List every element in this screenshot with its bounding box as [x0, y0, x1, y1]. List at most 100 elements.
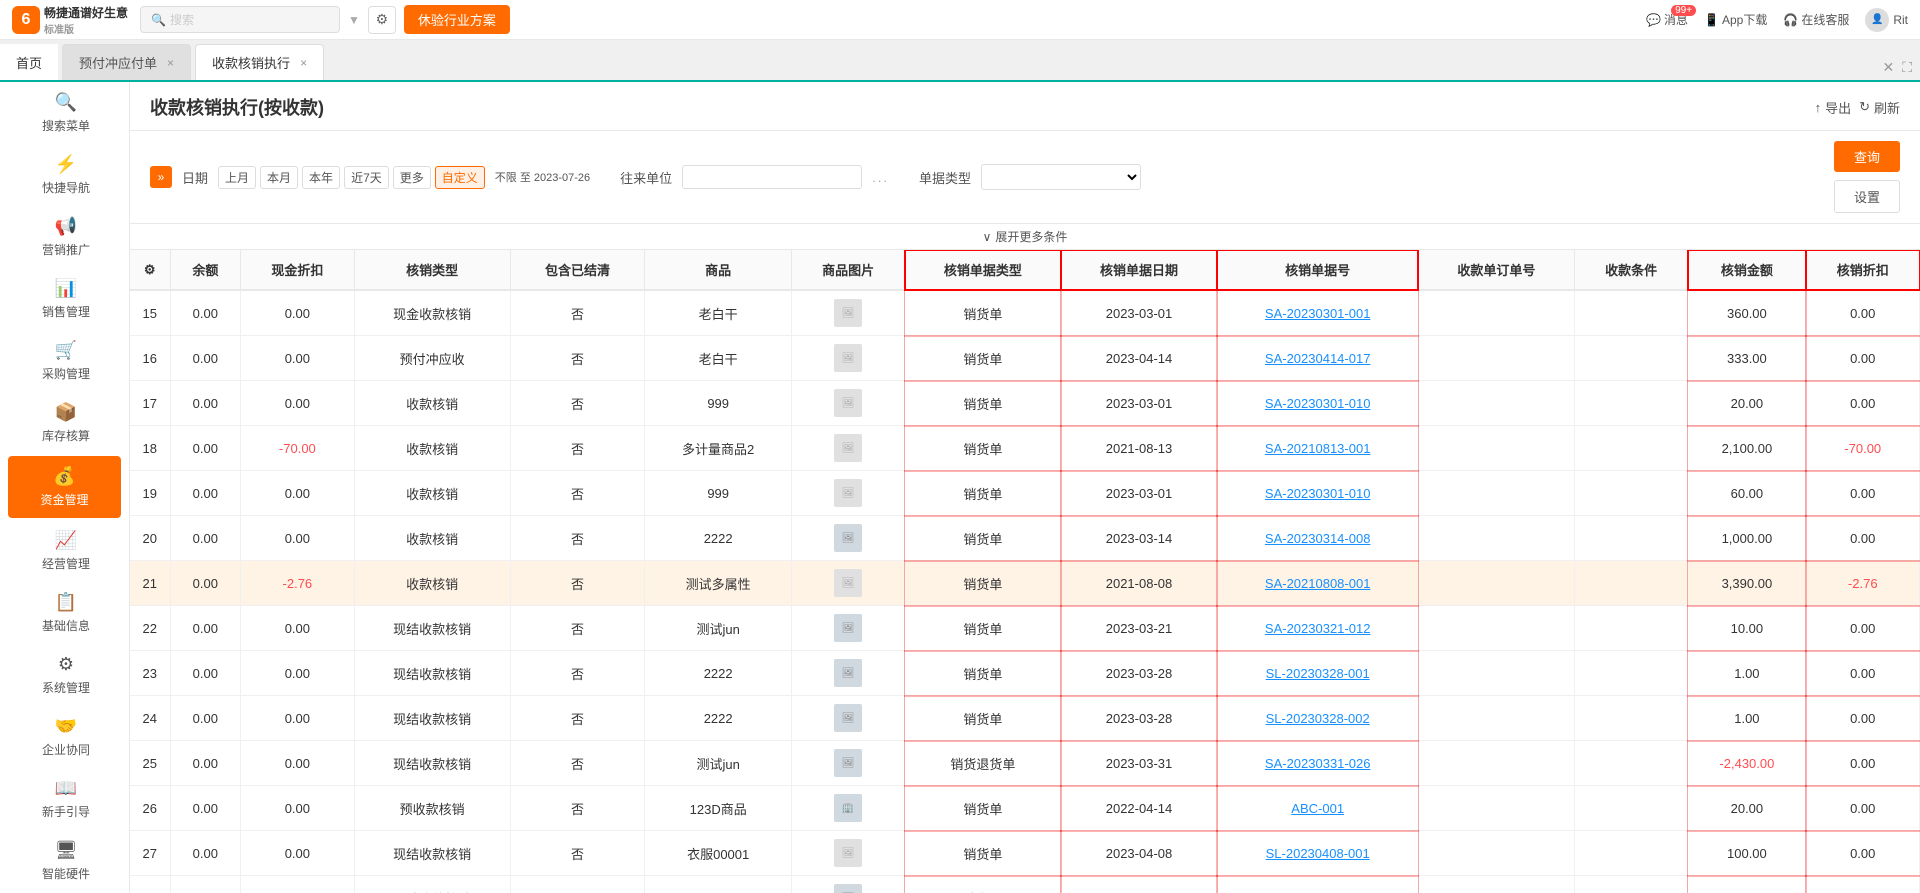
settings-button[interactable]: ⚙: [368, 6, 396, 34]
cell-receipt-conditions: [1574, 381, 1687, 426]
cell-verify-bill-no[interactable]: SL-20230328-001: [1217, 651, 1418, 696]
cell-cash-discount: 0.00: [241, 336, 354, 381]
cell-verify-amount: -2,430.00: [1688, 741, 1806, 786]
main-layout: 🔍 搜索菜单 ⚡ 快捷导航 📢 营销推广 📊 销售管理 🛒 采购管理 📦 库存核…: [0, 82, 1920, 893]
cell-verify-bill-no[interactable]: SA-20230331-026: [1217, 741, 1418, 786]
cell-row-num: 15: [130, 290, 170, 336]
cell-receipt-conditions: [1574, 516, 1687, 561]
tab-home[interactable]: 首页: [0, 44, 58, 80]
cell-verify-bill-date: 2023-04-08: [1061, 831, 1217, 876]
sidebar-item-inventory-label: 库存核算: [42, 427, 90, 444]
message-area[interactable]: 💬 消息 99+: [1646, 11, 1688, 28]
app-version: 标准版: [44, 21, 128, 36]
system-icon: ⚙: [58, 654, 74, 675]
sidebar-item-shortcut[interactable]: ⚡ 快捷导航: [0, 144, 129, 206]
export-button[interactable]: ↑ 导出: [1815, 98, 1852, 117]
cell-verify-discount: 0.00: [1806, 471, 1920, 516]
sidebar-item-purchase[interactable]: 🛒 采购管理: [0, 330, 129, 392]
cell-verify-bill-no[interactable]: SA-20230414-017: [1217, 336, 1418, 381]
tab-prepay[interactable]: 预付冲应付单 ×: [62, 44, 191, 80]
date-this-year[interactable]: 本年: [302, 166, 340, 189]
cell-verify-bill-no[interactable]: SA-20210808-001: [1217, 561, 1418, 606]
sidebar-item-sales-label: 销售管理: [42, 303, 90, 320]
industry-btn[interactable]: 休验行业方案: [404, 5, 510, 34]
cell-verify-bill-type: 销货单: [905, 651, 1061, 696]
date-this-month[interactable]: 本月: [260, 166, 298, 189]
cell-verify-type: 现结收款核销: [354, 831, 510, 876]
tab-fullscreen-icon[interactable]: ⛶: [1902, 59, 1912, 76]
tab-verify-close[interactable]: ×: [300, 56, 307, 70]
sidebar-item-search[interactable]: 🔍 搜索菜单: [0, 82, 129, 144]
col-verify-bill-type: 核销单据类型: [905, 250, 1061, 290]
sidebar-item-collab[interactable]: 🤝 企业协同: [0, 706, 129, 768]
cell-receipt-order-no: [1418, 831, 1574, 876]
goods-image-placeholder: 🖼: [834, 434, 862, 462]
online-service[interactable]: 🎧 在线客服: [1783, 11, 1849, 28]
cell-balance: 0.00: [170, 606, 241, 651]
tab-verify[interactable]: 收款核销执行 ×: [195, 44, 324, 80]
col-verify-type: 核销类型: [354, 250, 510, 290]
cell-verify-bill-date: 2023-04-18: [1061, 876, 1217, 893]
cell-verify-bill-no[interactable]: SA-20230321-012: [1217, 606, 1418, 651]
expand-more-label: 展开更多条件: [995, 228, 1067, 245]
cell-cash-discount: 0.00: [241, 786, 354, 831]
date-more[interactable]: 更多: [393, 166, 431, 189]
sidebar-item-inventory[interactable]: 📦 库存核算: [0, 392, 129, 454]
cell-verify-type: 现结收款核销: [354, 651, 510, 696]
cell-verify-amount: 100.00: [1688, 876, 1806, 893]
bill-type-select[interactable]: [981, 164, 1141, 190]
sidebar-item-basic[interactable]: 📋 基础信息: [0, 582, 129, 644]
app-download[interactable]: 📱 App下载: [1704, 11, 1767, 28]
date-prev-month[interactable]: 上月: [218, 166, 256, 189]
expand-more-row[interactable]: ∨ 展开更多条件: [130, 224, 1920, 250]
filter-expand-button[interactable]: »: [150, 166, 172, 188]
sidebar-item-management[interactable]: 📈 经营管理: [0, 520, 129, 582]
sidebar-item-guide[interactable]: 📖 新手引导: [0, 768, 129, 830]
table-row: 240.000.00现结收款核销否2222🖼销货单2023-03-28SL-20…: [130, 696, 1920, 741]
sidebar-item-sales[interactable]: 📊 销售管理: [0, 268, 129, 330]
cell-verify-bill-no[interactable]: SA-20230301-010: [1217, 381, 1418, 426]
user-area[interactable]: 👤 Rit: [1865, 8, 1908, 32]
cell-verify-type: 收款核销: [354, 381, 510, 426]
sidebar-item-finance[interactable]: 💰 资金管理: [8, 456, 121, 518]
cell-verify-bill-no[interactable]: SL-20230408-001: [1217, 831, 1418, 876]
date-custom[interactable]: 自定义: [435, 166, 485, 189]
cell-receipt-conditions: [1574, 606, 1687, 651]
table-settings-button[interactable]: 设置: [1834, 180, 1900, 213]
cell-verify-bill-type: 销货单: [905, 786, 1061, 831]
app-icon: 📱: [1704, 13, 1719, 27]
party-input[interactable]: [682, 165, 862, 189]
cell-verify-bill-no[interactable]: SA-20230314-008: [1217, 516, 1418, 561]
date-7days[interactable]: 近7天: [344, 166, 389, 189]
cell-cash-discount: 0.00: [241, 651, 354, 696]
cell-goods-image: 🖼: [791, 696, 904, 741]
cell-verify-bill-no[interactable]: SL-20230328-002: [1217, 696, 1418, 741]
cell-verify-type: 现金收款核销: [354, 290, 510, 336]
cell-balance: 0.00: [170, 831, 241, 876]
cell-goods-image: 🖼: [791, 516, 904, 561]
query-button[interactable]: 查询: [1834, 141, 1900, 172]
cell-receipt-conditions: [1574, 651, 1687, 696]
col-settings[interactable]: ⚙: [130, 250, 170, 290]
cell-verify-bill-no[interactable]: ABC-001: [1217, 786, 1418, 831]
tab-close-all-icon[interactable]: ✕: [1882, 59, 1894, 76]
sidebar-item-system[interactable]: ⚙ 系统管理: [0, 644, 129, 706]
sidebar-item-marketing[interactable]: 📢 营销推广: [0, 206, 129, 268]
cell-verify-bill-no[interactable]: SA-20230301-001: [1217, 290, 1418, 336]
col-cash-discount: 现金折扣: [241, 250, 354, 290]
col-goods-image: 商品图片: [791, 250, 904, 290]
cell-verify-bill-no[interactable]: SA-20210813-001: [1217, 426, 1418, 471]
refresh-button[interactable]: ↻ 刷新: [1859, 98, 1900, 117]
cell-verify-amount: 333.00: [1688, 336, 1806, 381]
sidebar-item-finance-label: 资金管理: [40, 491, 88, 508]
cell-verify-bill-no[interactable]: SL-20230418-001: [1217, 876, 1418, 893]
cell-goods-image: 🖼: [791, 741, 904, 786]
app-label: App下载: [1722, 11, 1767, 28]
tab-prepay-close[interactable]: ×: [167, 56, 174, 70]
cell-verify-bill-no[interactable]: SA-20230301-010: [1217, 471, 1418, 516]
shortcut-icon: ⚡: [55, 154, 77, 175]
search-box[interactable]: 🔍 搜索: [140, 6, 340, 33]
search-dropdown-arrow: ▼: [348, 13, 360, 27]
sidebar-item-hardware[interactable]: 🖥 智能硬件: [0, 830, 129, 892]
page-header: 收款核销执行(按收款) ↑ 导出 ↻ 刷新: [130, 82, 1920, 131]
